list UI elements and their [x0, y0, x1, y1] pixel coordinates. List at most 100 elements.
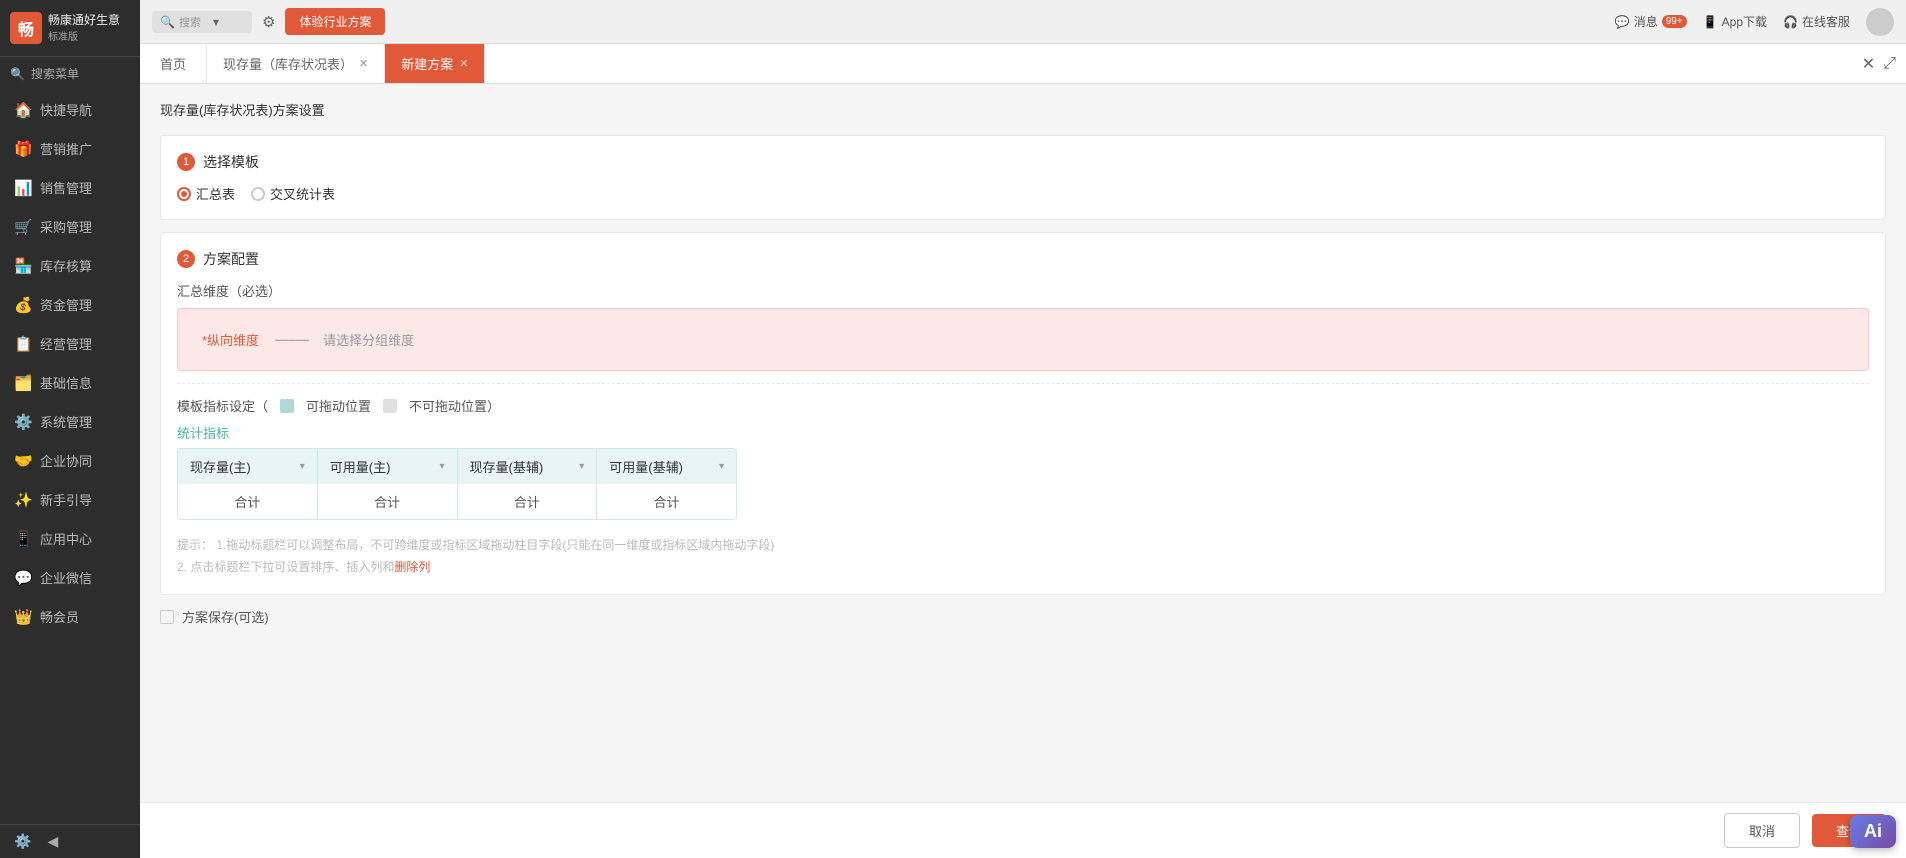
gear-icon: ⚙️ — [14, 413, 32, 431]
sidebar-item-member[interactable]: 👑 畅会员 — [0, 597, 140, 636]
sidebar-item-system[interactable]: ⚙️ 系统管理 — [0, 402, 140, 441]
sidebar-item-label: 畅会员 — [40, 607, 79, 626]
topbar-avatar[interactable] — [1866, 8, 1894, 36]
save-checkbox[interactable] — [160, 610, 174, 624]
collapse-icon[interactable]: ◀ — [47, 833, 58, 850]
sidebar-item-quick-nav[interactable]: 🏠 快捷导航 — [0, 90, 140, 129]
sidebar-item-label: 资金管理 — [40, 295, 92, 314]
stats-col-3[interactable]: 可用量(基辅) ▾ — [597, 449, 736, 484]
footer: 取消 查询 — [140, 802, 1906, 858]
app-icon: 📱 — [1703, 15, 1718, 29]
stats-col-1-label: 可用量(主) — [330, 457, 391, 476]
topbar-search[interactable]: 🔍 搜索 ▾ — [152, 11, 252, 33]
stats-col-2-label: 现存量(基辅) — [470, 457, 544, 476]
clipboard-icon: 📋 — [14, 335, 32, 353]
radio-cross-circle — [251, 187, 265, 201]
sidebar-item-label: 企业微信 — [40, 568, 92, 587]
sidebar-item-marketing[interactable]: 🎁 营销推广 — [0, 129, 140, 168]
stats-col-0-dropdown-icon[interactable]: ▾ — [300, 461, 305, 472]
tab-home[interactable]: 首页 — [140, 44, 207, 83]
sidebar-item-inventory[interactable]: 🏪 库存核算 — [0, 246, 140, 285]
app-name-block: 畅康通好生意 标准版 — [48, 13, 120, 44]
stats-col-1-dropdown-icon[interactable]: ▾ — [439, 461, 444, 472]
sidebar-item-label: 营销推广 — [40, 139, 92, 158]
sidebar-item-sales[interactable]: 📊 销售管理 — [0, 168, 140, 207]
chat-icon: 💬 — [14, 569, 32, 587]
search-icon: 🔍 — [10, 67, 25, 81]
stats-col-2-dropdown-icon[interactable]: ▾ — [579, 461, 584, 472]
radio-cross[interactable]: 交叉统计表 — [251, 184, 335, 203]
tab-home-label: 首页 — [160, 54, 186, 73]
tab-new-plan-close-icon[interactable]: ✕ — [459, 57, 468, 70]
tab-collapse-icon[interactable]: ✕ — [1862, 54, 1875, 74]
sidebar-item-label: 应用中心 — [40, 529, 92, 548]
gift-icon: 🎁 — [14, 140, 32, 158]
step2-num: 2 — [177, 250, 195, 268]
topbar-right: 💬 消息 99+ 📱 App下载 🎧 在线客服 — [1615, 8, 1894, 36]
service-label: 在线客服 — [1802, 13, 1850, 30]
sidebar-item-guide[interactable]: ✨ 新手引导 — [0, 480, 140, 519]
handshake-icon: 🤝 — [14, 452, 32, 470]
step1-num: 1 — [177, 153, 195, 171]
step2-section: 2 方案配置 汇总维度（必选） *纵向维度 —— 请选择分组维度 模板指标设定（… — [160, 232, 1886, 595]
sidebar-item-enterprise[interactable]: 🤝 企业协同 — [0, 441, 140, 480]
search-icon: 🔍 — [160, 15, 175, 29]
sidebar-item-label: 快捷导航 — [40, 100, 92, 119]
tab-inventory-close-icon[interactable]: ✕ — [359, 57, 368, 70]
radio-summary-circle — [177, 187, 191, 201]
content-area: 现存量(库存状况表)方案设置 1 选择模板 汇总表 交叉统计表 2 — [140, 84, 1906, 802]
dimension-arrow: —— — [275, 329, 307, 350]
topbar-gear-icon[interactable]: ⚙ — [262, 13, 275, 31]
store-icon: 🏪 — [14, 257, 32, 275]
stats-table: 现存量(主) ▾ 可用量(主) ▾ 现存量(基辅) ▾ — [177, 448, 737, 520]
tab-expand-icon[interactable]: ⤢ — [1883, 55, 1896, 73]
ai-badge[interactable]: Ai — [1850, 815, 1896, 848]
stats-section: 统计指标 现存量(主) ▾ 可用量(主) ▾ — [177, 423, 1869, 523]
settings-icon[interactable]: ⚙️ — [14, 833, 31, 850]
cancel-button[interactable]: 取消 — [1724, 813, 1800, 848]
app-version: 标准版 — [48, 28, 120, 43]
stats-col-0[interactable]: 现存量(主) ▾ — [178, 449, 318, 484]
step1-section: 1 选择模板 汇总表 交叉统计表 — [160, 135, 1886, 220]
step1-header: 1 选择模板 — [177, 152, 1869, 172]
sidebar-search[interactable]: 🔍 搜索菜单 — [0, 57, 140, 90]
topbar-message[interactable]: 💬 消息 99+ — [1615, 13, 1687, 30]
sidebar-item-wechat[interactable]: 💬 企业微信 — [0, 558, 140, 597]
stats-table-body: 合计 合计 合计 合计 — [178, 484, 736, 519]
sidebar-item-basic-info[interactable]: 🗂️ 基础信息 — [0, 363, 140, 402]
message-label: 消息 — [1634, 13, 1658, 30]
sidebar-item-app-center[interactable]: 📱 应用中心 — [0, 519, 140, 558]
sidebar-item-label: 基础信息 — [40, 373, 92, 392]
app-name: 畅康通好生意 — [48, 13, 120, 29]
stats-col-1[interactable]: 可用量(主) ▾ — [318, 449, 458, 484]
tab-inventory-status[interactable]: 现存量（库存状况表） ✕ — [207, 44, 385, 83]
tabbar: 首页 现存量（库存状况表） ✕ 新建方案 ✕ ✕ ⤢ — [140, 44, 1906, 84]
topbar-app-download[interactable]: 📱 App下载 — [1703, 13, 1767, 30]
movable-label: 可拖动位置 — [306, 396, 371, 415]
dimension-box[interactable]: *纵向维度 —— 请选择分组维度 — [177, 308, 1869, 371]
sidebar-item-finance[interactable]: 💰 资金管理 — [0, 285, 140, 324]
save-option: 方案保存(可选) — [160, 607, 1886, 626]
app-logo: 畅 畅康通好生意 标准版 — [0, 0, 140, 57]
template-radio-group: 汇总表 交叉统计表 — [177, 184, 1869, 203]
stats-col-3-dropdown-icon[interactable]: ▾ — [719, 461, 724, 472]
cart-icon: 🛒 — [14, 218, 32, 236]
tip-2: 2. 点击标题栏下拉可设置排序、插入列和删除列 — [177, 557, 1869, 579]
save-option-label: 方案保存(可选) — [182, 607, 269, 626]
topbar-online-service[interactable]: 🎧 在线客服 — [1783, 13, 1850, 30]
stats-col-2[interactable]: 现存量(基辅) ▾ — [458, 449, 598, 484]
delete-link[interactable]: 删除列 — [394, 560, 430, 574]
tab-inventory-label: 现存量（库存状况表） — [223, 54, 353, 73]
sidebar-item-operations[interactable]: 📋 经营管理 — [0, 324, 140, 363]
tab-new-plan[interactable]: 新建方案 ✕ — [385, 44, 485, 83]
radio-summary[interactable]: 汇总表 — [177, 184, 235, 203]
not-movable-badge — [383, 399, 397, 413]
sidebar-item-label: 经营管理 — [40, 334, 92, 353]
sidebar-nav: 🏠 快捷导航 🎁 营销推广 📊 销售管理 🛒 采购管理 🏪 库存核算 💰 资金管… — [0, 90, 140, 824]
sidebar-item-label: 销售管理 — [40, 178, 92, 197]
stats-cell-3: 合计 — [597, 484, 736, 519]
divider1 — [177, 383, 1869, 384]
experience-btn[interactable]: 体验行业方案 — [285, 8, 385, 35]
sidebar-item-purchase[interactable]: 🛒 采购管理 — [0, 207, 140, 246]
stats-col-3-label: 可用量(基辅) — [609, 457, 683, 476]
